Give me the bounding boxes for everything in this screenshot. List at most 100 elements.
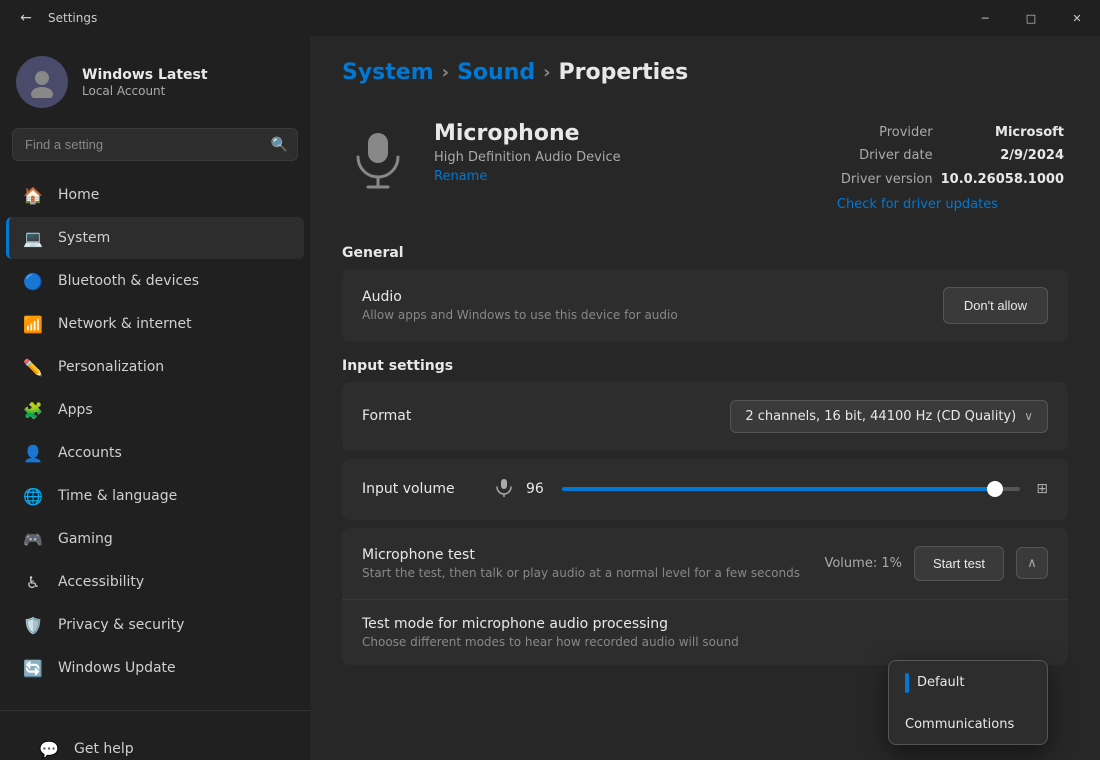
minimize-button[interactable]: ─ — [962, 0, 1008, 36]
driver-info-table: Provider Microsoft Driver date 2/9/2024 … — [837, 121, 1068, 191]
sidebar-item-accounts[interactable]: 👤 Accounts — [6, 432, 304, 474]
format-dropdown[interactable]: 2 channels, 16 bit, 44100 Hz (CD Quality… — [730, 400, 1048, 433]
volume-mic-icon — [494, 477, 514, 502]
start-test-button[interactable]: Start test — [914, 546, 1004, 581]
format-row: Format 2 channels, 16 bit, 44100 Hz (CD … — [342, 382, 1068, 451]
sidebar-item-time[interactable]: 🌐 Time & language — [6, 475, 304, 517]
general-section-label: General — [310, 245, 1100, 269]
driver-date-row: Driver date 2/9/2024 — [837, 144, 1068, 167]
sidebar-item-system[interactable]: 💻 System — [6, 217, 304, 259]
personalization-icon: ✏️ — [22, 356, 44, 378]
driver-version-label: Driver version — [837, 168, 937, 191]
search-input[interactable] — [12, 128, 298, 161]
test-mode-row: Test mode for microphone audio processin… — [342, 599, 1068, 665]
audio-sub: Allow apps and Windows to use this devic… — [362, 308, 678, 322]
provider-value: Microsoft — [937, 121, 1068, 144]
app-body: Windows Latest Local Account 🔍 🏠 Home 💻 … — [0, 36, 1100, 760]
volume-slider[interactable] — [562, 487, 1020, 491]
home-icon: 🏠 — [22, 184, 44, 206]
test-mode-label: Test mode for microphone audio processin… — [362, 616, 1048, 632]
sidebar-item-label-personalization: Personalization — [58, 359, 164, 375]
sidebar-item-bluetooth[interactable]: 🔵 Bluetooth & devices — [6, 260, 304, 302]
dont-allow-button[interactable]: Don't allow — [943, 287, 1048, 324]
back-icon: ← — [20, 10, 32, 26]
sidebar-item-label-accounts: Accounts — [58, 445, 122, 461]
system-icon: 💻 — [22, 227, 44, 249]
breadcrumb-sep-1: › — [442, 62, 449, 83]
driver-update-link[interactable]: Check for driver updates — [837, 193, 1068, 216]
main-content: System › Sound › Properties Microphone H… — [310, 36, 1100, 760]
sidebar-item-home[interactable]: 🏠 Home — [6, 174, 304, 216]
back-button[interactable]: ← — [12, 4, 40, 32]
user-name: Windows Latest — [82, 66, 208, 84]
time-icon: 🌐 — [22, 485, 44, 507]
device-meta: Provider Microsoft Driver date 2/9/2024 … — [837, 121, 1068, 217]
search-icon: 🔍 — [271, 137, 288, 153]
driver-version-row: Driver version 10.0.26058.1000 — [837, 168, 1068, 191]
mode-communications-label: Communications — [905, 717, 1014, 732]
update-icon: 🔄 — [22, 657, 44, 679]
close-icon: ✕ — [1072, 12, 1081, 25]
mode-option-indicator — [905, 673, 909, 693]
format-card: Format 2 channels, 16 bit, 44100 Hz (CD … — [342, 382, 1068, 451]
sidebar-item-label-accessibility: Accessibility — [58, 574, 144, 590]
microphone-icon — [342, 121, 414, 193]
breadcrumb-current: Properties — [559, 60, 689, 85]
titlebar-left: ← Settings — [12, 4, 97, 32]
sidebar-item-update[interactable]: 🔄 Windows Update — [6, 647, 304, 689]
bluetooth-icon: 🔵 — [22, 270, 44, 292]
general-card: Audio Allow apps and Windows to use this… — [342, 269, 1068, 342]
avatar — [16, 56, 68, 108]
maximize-button[interactable]: □ — [1008, 0, 1054, 36]
mode-option-communications[interactable]: Communications — [889, 705, 1047, 744]
provider-label: Provider — [837, 121, 937, 144]
accessibility-icon: ♿ — [22, 571, 44, 593]
collapse-button[interactable]: ∧ — [1016, 547, 1048, 579]
sidebar-item-label-system: System — [58, 230, 110, 246]
volume-percent: Volume: 1% — [824, 556, 902, 571]
sidebar-item-label-network: Network & internet — [58, 316, 192, 332]
sidebar-item-gaming[interactable]: 🎮 Gaming — [6, 518, 304, 560]
user-profile[interactable]: Windows Latest Local Account — [0, 36, 310, 124]
volume-slider-wrap — [562, 487, 1020, 491]
device-info: Microphone High Definition Audio Device … — [434, 121, 621, 184]
breadcrumb-sound[interactable]: Sound — [457, 60, 535, 85]
close-button[interactable]: ✕ — [1054, 0, 1100, 36]
driver-version-value: 10.0.26058.1000 — [937, 168, 1068, 191]
audio-row: Audio Allow apps and Windows to use this… — [342, 269, 1068, 342]
volume-control: 96 ⊞ — [482, 459, 1048, 520]
network-icon: 📶 — [22, 313, 44, 335]
apps-icon: 🧩 — [22, 399, 44, 421]
sidebar-item-label-apps: Apps — [58, 402, 93, 418]
test-mode-sub: Choose different modes to hear how recor… — [362, 635, 1048, 649]
titlebar-title: Settings — [48, 11, 97, 25]
input-settings-section-label: Input settings — [310, 358, 1100, 382]
mode-default-label: Default — [917, 675, 965, 690]
mic-test-controls: Volume: 1% Start test ∧ — [824, 546, 1048, 581]
input-volume-row: Input volume 96 ⊞ — [342, 459, 1068, 520]
sidebar-item-accessibility[interactable]: ♿ Accessibility — [6, 561, 304, 603]
breadcrumb-system[interactable]: System — [342, 60, 434, 85]
maximize-icon: □ — [1026, 12, 1036, 25]
device-header: Microphone High Definition Audio Device … — [310, 105, 1100, 241]
breadcrumb: System › Sound › Properties — [310, 36, 1100, 105]
format-value: 2 channels, 16 bit, 44100 Hz (CD Quality… — [745, 409, 1016, 424]
help-icon: 💬 — [38, 738, 60, 760]
help-label: Get help — [74, 741, 134, 757]
sidebar-item-privacy[interactable]: 🛡️ Privacy & security — [6, 604, 304, 646]
titlebar-controls: ─ □ ✕ — [962, 0, 1100, 36]
chevron-up-icon: ∧ — [1027, 556, 1037, 571]
sidebar-item-label-home: Home — [58, 187, 99, 203]
rename-link[interactable]: Rename — [434, 169, 487, 184]
sidebar-item-personalization[interactable]: ✏️ Personalization — [6, 346, 304, 388]
driver-date-value: 2/9/2024 — [937, 144, 1068, 167]
volume-number: 96 — [526, 481, 550, 497]
sidebar-item-network[interactable]: 📶 Network & internet — [6, 303, 304, 345]
privacy-icon: 🛡️ — [22, 614, 44, 636]
sidebar-item-apps[interactable]: 🧩 Apps — [6, 389, 304, 431]
get-help-item[interactable]: 💬 Get help — [22, 728, 288, 760]
user-type: Local Account — [82, 84, 208, 98]
mode-option-default[interactable]: Default — [889, 661, 1047, 705]
sidebar-item-label-update: Windows Update — [58, 660, 176, 676]
sidebar-item-label-bluetooth: Bluetooth & devices — [58, 273, 199, 289]
